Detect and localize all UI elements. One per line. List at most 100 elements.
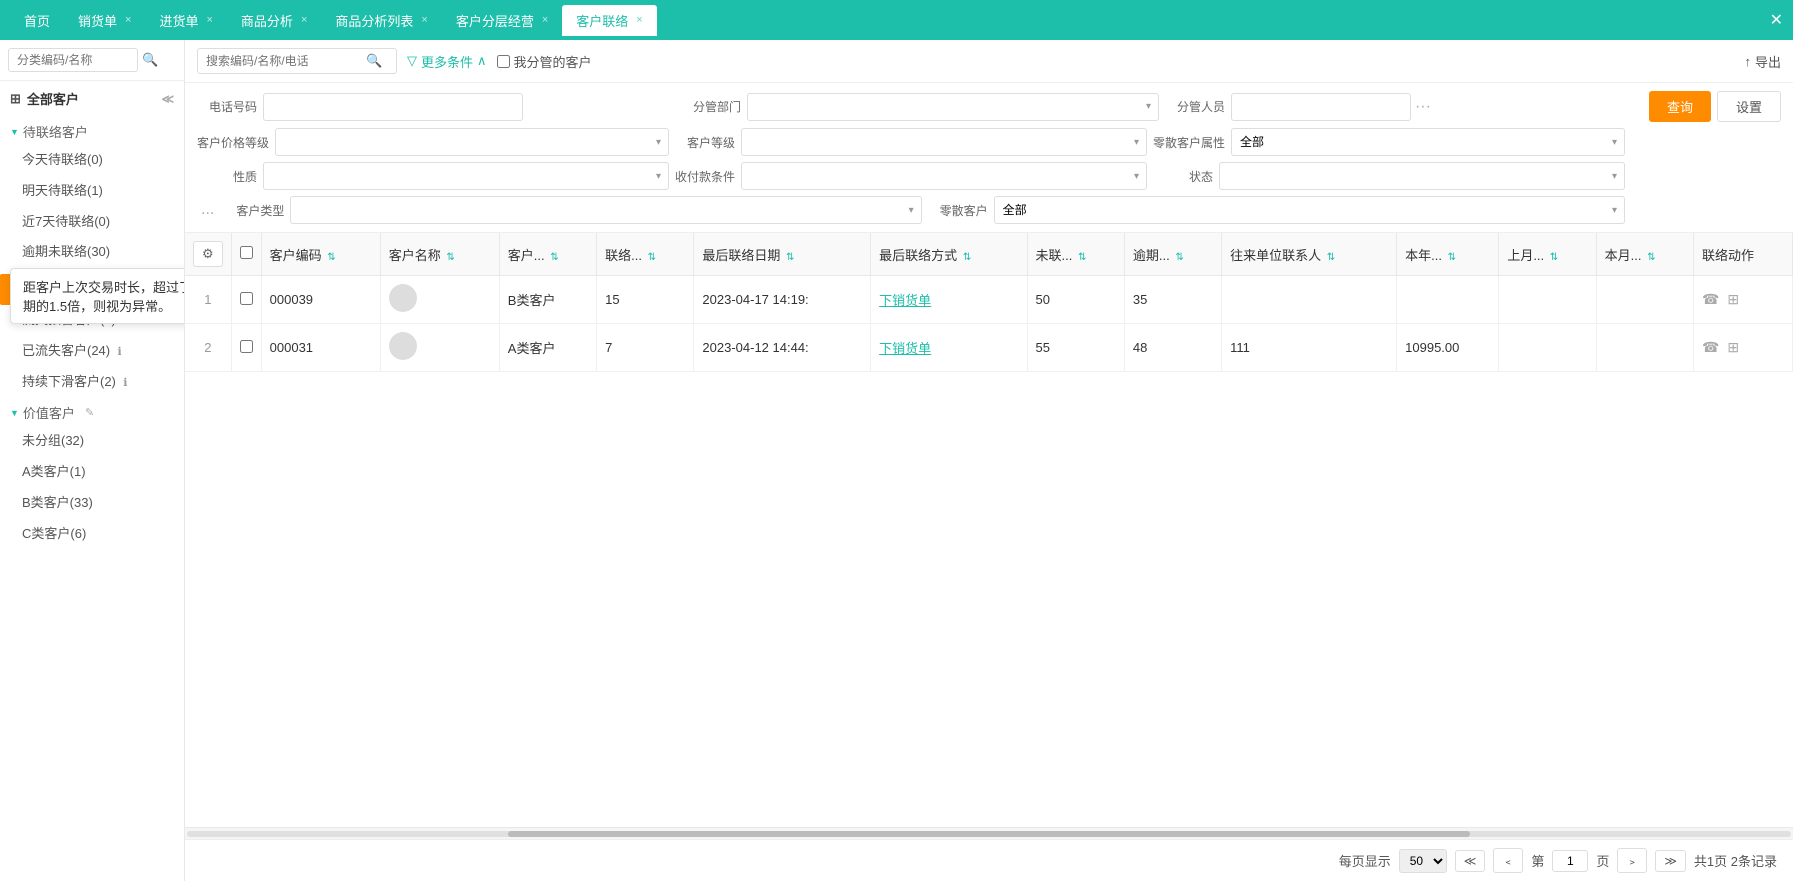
- payment-select[interactable]: [741, 162, 1147, 190]
- nature-select[interactable]: [263, 162, 669, 190]
- sort-class-icon[interactable]: ⇅: [550, 252, 558, 263]
- horizontal-scrollbar[interactable]: [185, 827, 1793, 839]
- sidebar-item-7days[interactable]: 近7天待联络(0): [0, 207, 184, 238]
- sort-partner-icon[interactable]: ⇅: [1327, 252, 1335, 263]
- last-page-button[interactable]: ≫: [1655, 850, 1686, 872]
- sort-overdue-icon[interactable]: ⇅: [1175, 252, 1183, 263]
- more-conditions-btn[interactable]: ▽ 更多条件 ∧: [407, 52, 487, 71]
- status-select[interactable]: [1219, 162, 1625, 190]
- tab-product-analysis-list[interactable]: 商品分析列表 ×: [321, 5, 441, 36]
- sidebar-group-value[interactable]: ▼ 价值客户 ✎: [0, 397, 184, 426]
- manager-more-dots[interactable]: ···: [1411, 98, 1435, 116]
- select-all-checkbox[interactable]: [240, 246, 253, 259]
- adv-filter-row-4: ... 客户类型 ▾ 零散客户 全部 ▾: [197, 196, 1781, 224]
- close-purchase-tab[interactable]: ×: [206, 14, 212, 26]
- tab-home[interactable]: 首页: [10, 5, 64, 36]
- my-customer-checkbox[interactable]: [497, 55, 510, 68]
- sidebar-item-b-class[interactable]: B类客户(33): [0, 488, 184, 519]
- sidebar-item-a-class[interactable]: A类客户(1): [0, 457, 184, 488]
- sort-this-month-icon[interactable]: ⇅: [1647, 252, 1655, 263]
- sort-this-year-icon[interactable]: ⇅: [1448, 252, 1456, 263]
- phone-input[interactable]: [263, 93, 523, 121]
- row4-more-dots[interactable]: ...: [197, 201, 218, 218]
- sort-code-icon[interactable]: ⇅: [327, 252, 335, 263]
- last-way-link-1[interactable]: 下销货单: [879, 341, 931, 356]
- table-settings-button[interactable]: ⚙: [193, 241, 223, 267]
- retail-attr-select[interactable]: 全部: [1231, 128, 1625, 156]
- sidebar-item-overdue[interactable]: 逾期未联络(30): [0, 237, 184, 268]
- edit-icon[interactable]: ✎: [85, 406, 94, 419]
- search-icon[interactable]: 🔍: [366, 53, 382, 69]
- cell-uncontact-0: 50: [1027, 276, 1124, 324]
- price-grade-select[interactable]: [275, 128, 669, 156]
- th-last-month: 上月... ⇅: [1499, 233, 1596, 276]
- sidebar-search-area: 🔍: [0, 40, 184, 81]
- close-product-analysis-list-tab[interactable]: ×: [421, 14, 427, 26]
- sort-uncontact-icon[interactable]: ⇅: [1078, 252, 1086, 263]
- sidebar-search-icon[interactable]: 🔍: [142, 52, 158, 68]
- pagination-bar: 每页显示 50 ≪ ﹤ 第 页 ﹥ ≫ 共1页 2条记录: [185, 839, 1793, 881]
- sidebar-item-tomorrow[interactable]: 明天待联络(1): [0, 176, 184, 207]
- th-contact: 联络... ⇅: [597, 233, 694, 276]
- customer-grade-select[interactable]: [741, 128, 1147, 156]
- close-customer-contact-tab[interactable]: ×: [636, 14, 642, 26]
- customer-type-select[interactable]: [290, 196, 921, 224]
- sidebar-collapse-icon[interactable]: ≪: [161, 92, 174, 106]
- top-nav: 首页 销货单 × 进货单 × 商品分析 × 商品分析列表 × 客户分层经营 × …: [0, 0, 1793, 40]
- row-checkbox-1[interactable]: [231, 324, 261, 372]
- status-field: 状态 ▾: [1153, 162, 1625, 190]
- more-action-icon-1[interactable]: ⊞: [1727, 339, 1739, 356]
- retail-customer-select[interactable]: 全部: [994, 196, 1625, 224]
- close-customer-tier-tab[interactable]: ×: [542, 14, 548, 26]
- tab-customer-contact[interactable]: 客户联络 ×: [562, 5, 656, 36]
- triangle-value-icon: ▼: [10, 408, 19, 418]
- tab-customer-tier[interactable]: 客户分层经营 ×: [442, 5, 562, 36]
- sidebar-search-input[interactable]: [8, 48, 138, 72]
- page-input[interactable]: [1552, 850, 1588, 872]
- sidebar-group-pending[interactable]: ▼ 待联络客户: [0, 116, 184, 145]
- sidebar-item-churned[interactable]: 已流失客户(24) ℹ: [0, 336, 184, 367]
- close-window-button[interactable]: ✕: [1770, 10, 1783, 30]
- sidebar-item-ungrouped[interactable]: 未分组(32): [0, 426, 184, 457]
- cell-this-year-0: [1397, 276, 1499, 324]
- more-action-icon-0[interactable]: ⊞: [1727, 291, 1739, 308]
- next-page-button[interactable]: ﹥: [1617, 848, 1647, 873]
- adv-filter-row-3: 性质 ▾ 收付款条件 ▾ 状态: [197, 162, 1781, 190]
- first-page-button[interactable]: ≪: [1455, 850, 1486, 872]
- setting-button[interactable]: 设置: [1717, 91, 1781, 122]
- sort-name-icon[interactable]: ⇅: [446, 252, 454, 263]
- search-input[interactable]: [206, 54, 366, 68]
- contact-icon-1[interactable]: ☎: [1702, 339, 1719, 356]
- scrollbar-thumb[interactable]: [508, 831, 1470, 837]
- dept-select[interactable]: [747, 93, 1159, 121]
- grid-icon: ⊞: [10, 91, 21, 107]
- sort-contact-icon[interactable]: ⇅: [648, 252, 656, 263]
- cell-action-1: ☎ ⊞: [1693, 324, 1792, 372]
- query-button[interactable]: 查询: [1649, 91, 1711, 122]
- prev-page-button[interactable]: ﹤: [1493, 848, 1523, 873]
- export-button[interactable]: ↑ 导出: [1744, 52, 1781, 71]
- sort-last-date-icon[interactable]: ⇅: [786, 252, 794, 263]
- row-checkbox-0[interactable]: [231, 276, 261, 324]
- sort-last-way-icon[interactable]: ⇅: [963, 252, 971, 263]
- sidebar-item-declining[interactable]: 持续下滑客户(2) ℹ: [0, 367, 184, 398]
- payment-field: 收付款条件 ▾: [675, 162, 1147, 190]
- page-size-select[interactable]: 50: [1399, 849, 1447, 873]
- last-way-link-0[interactable]: 下销货单: [879, 293, 931, 308]
- close-sales-tab[interactable]: ×: [125, 14, 131, 26]
- cell-last-way-0[interactable]: 下销货单: [871, 276, 1027, 324]
- my-customer-checkbox-area[interactable]: 我分管的客户: [497, 52, 592, 71]
- tab-purchase[interactable]: 进货单 ×: [145, 5, 226, 36]
- sidebar-item-today[interactable]: 今天待联络(0): [0, 145, 184, 176]
- sort-last-month-icon[interactable]: ⇅: [1550, 252, 1558, 263]
- manager-input[interactable]: [1231, 93, 1411, 121]
- tab-product-analysis[interactable]: 商品分析 ×: [227, 5, 321, 36]
- sidebar-all-customers[interactable]: ⊞ 全部客户 ≪: [0, 81, 184, 116]
- contact-icon-0[interactable]: ☎: [1702, 291, 1719, 308]
- sidebar-item-c-class[interactable]: C类客户(6): [0, 519, 184, 550]
- cell-last-way-1[interactable]: 下销货单: [871, 324, 1027, 372]
- tab-sales[interactable]: 销货单 ×: [64, 5, 145, 36]
- close-product-analysis-tab[interactable]: ×: [301, 14, 307, 26]
- cell-code-0: 000039: [261, 276, 380, 324]
- total-label: 共1页 2条记录: [1694, 851, 1777, 870]
